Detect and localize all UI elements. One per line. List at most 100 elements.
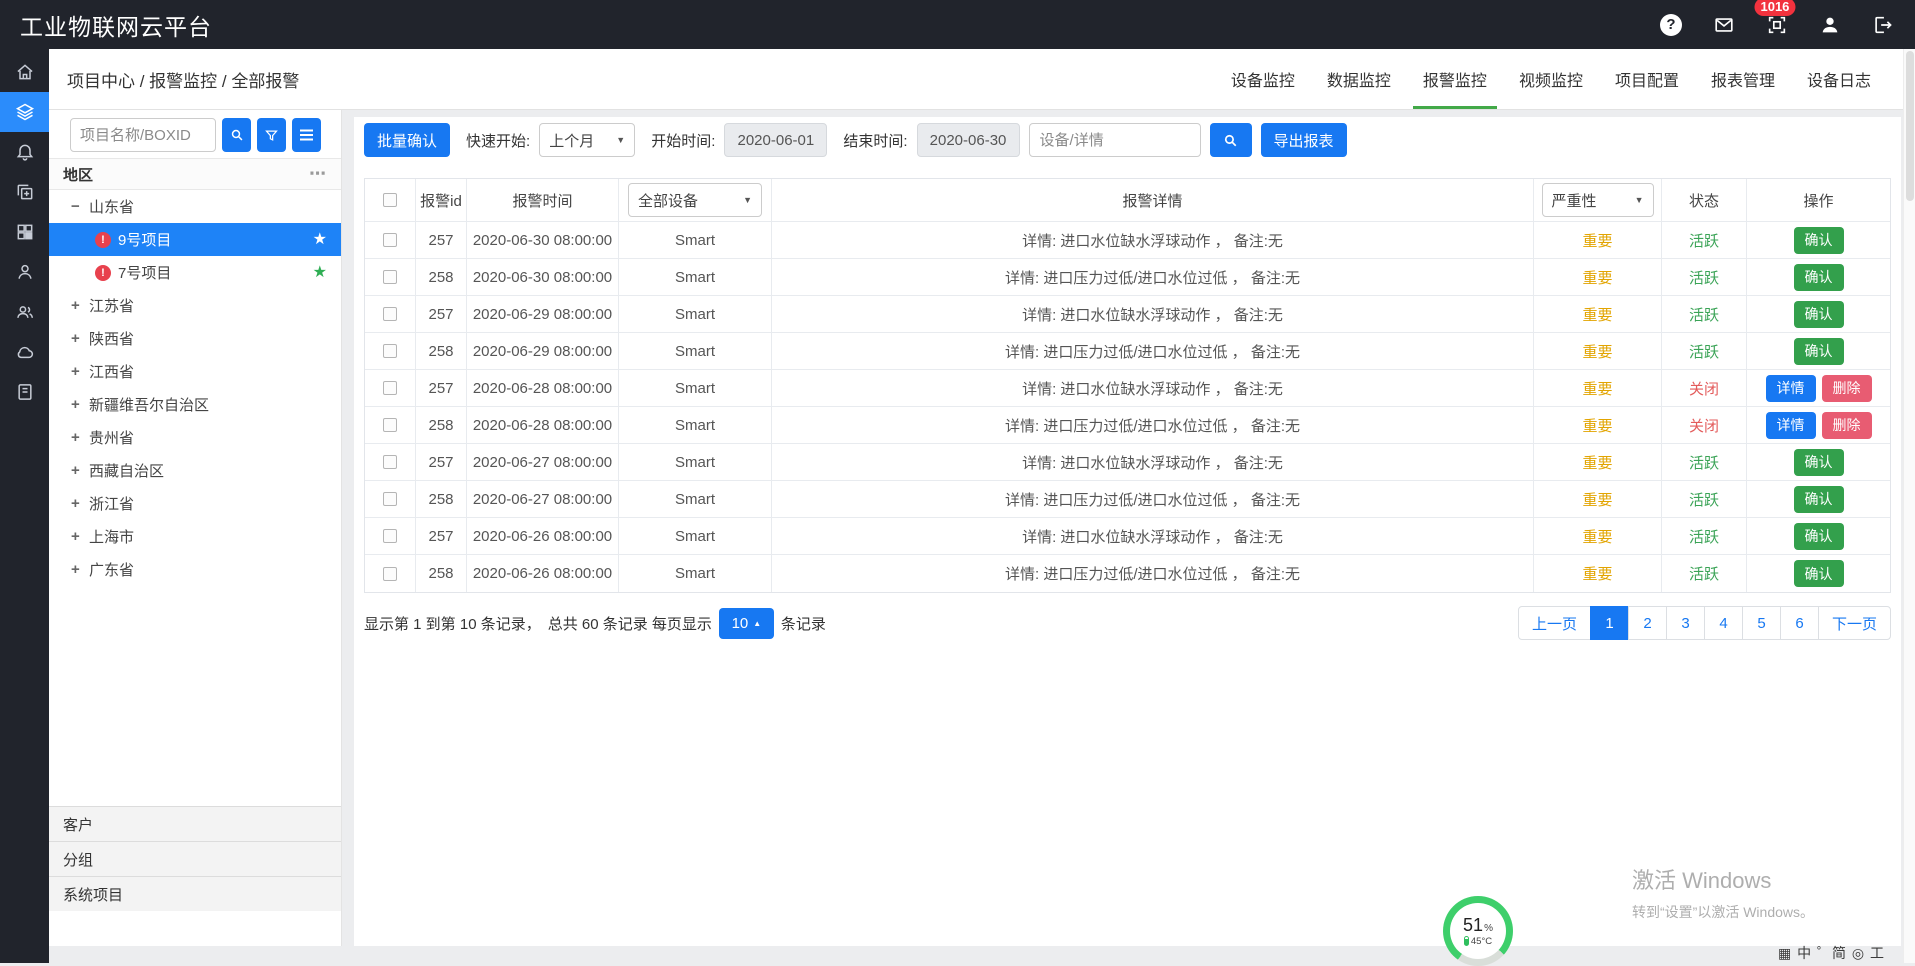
end-date-input[interactable]	[916, 123, 1020, 157]
rail-home-icon[interactable]	[0, 52, 49, 92]
export-report-button[interactable]: 导出报表	[1260, 123, 1347, 157]
action-button[interactable]: 确认	[1793, 263, 1844, 291]
action-button[interactable]: 确认	[1793, 485, 1844, 513]
rail-user-icon[interactable]	[0, 252, 49, 292]
action-button[interactable]: 删除	[1821, 411, 1872, 439]
row-checkbox[interactable]	[383, 529, 397, 543]
page-number-button[interactable]: 6	[1779, 606, 1819, 640]
star-icon[interactable]	[313, 265, 327, 281]
table-search-button[interactable]	[1209, 123, 1252, 157]
tree-item[interactable]: 9号项目	[49, 223, 341, 256]
tree-item[interactable]: + 西藏自治区	[49, 454, 341, 487]
severity-filter-select[interactable]: 严重性	[1541, 183, 1654, 217]
expander-icon[interactable]: +	[71, 561, 89, 578]
tree-item[interactable]: − 山东省	[49, 190, 341, 223]
expander-icon[interactable]: +	[71, 396, 89, 413]
action-button[interactable]: 确认	[1793, 300, 1844, 328]
page-number-button[interactable]: 2	[1627, 606, 1667, 640]
project-search-button[interactable]	[222, 118, 251, 152]
row-checkbox[interactable]	[383, 381, 397, 395]
tree-item[interactable]: + 贵州省	[49, 421, 341, 454]
rail-users-icon[interactable]	[0, 292, 49, 332]
tree-item[interactable]: + 广东省	[49, 553, 341, 586]
action-button[interactable]: 确认	[1793, 522, 1844, 550]
rail-projects-icon[interactable]	[0, 92, 49, 132]
expander-icon[interactable]: −	[71, 198, 89, 215]
tree-item[interactable]: + 陕西省	[49, 322, 341, 355]
action-button[interactable]: 确认	[1793, 337, 1844, 365]
action-button[interactable]: 删除	[1821, 374, 1872, 402]
filter-button[interactable]	[257, 118, 286, 152]
scrollbar-thumb[interactable]	[1906, 51, 1914, 201]
star-icon[interactable]	[313, 232, 327, 248]
row-checkbox[interactable]	[383, 270, 397, 284]
ime-language-bar[interactable]: ▦ 中 ゜简 ◎ 工	[1778, 943, 1885, 963]
page-number-button[interactable]: 3	[1665, 606, 1705, 640]
page-number-button[interactable]: 4	[1703, 606, 1743, 640]
sidebar-section[interactable]: 分组	[49, 841, 341, 876]
action-button[interactable]: 详情	[1765, 374, 1816, 402]
nav-tab[interactable]: 视频监控	[1503, 49, 1599, 109]
row-checkbox[interactable]	[383, 492, 397, 506]
device-filter-select[interactable]: 全部设备	[628, 183, 762, 217]
row-checkbox[interactable]	[383, 233, 397, 247]
next-page-button[interactable]: 下一页	[1817, 606, 1891, 640]
row-checkbox[interactable]	[383, 344, 397, 358]
action-button[interactable]: 确认	[1793, 226, 1844, 254]
row-checkbox[interactable]	[383, 418, 397, 432]
expander-icon[interactable]: +	[71, 330, 89, 347]
tree-item[interactable]: + 上海市	[49, 520, 341, 553]
tree-item[interactable]: + 浙江省	[49, 487, 341, 520]
batch-confirm-button[interactable]: 批量确认	[364, 123, 451, 157]
nav-tab[interactable]: 报警监控	[1407, 49, 1503, 109]
rail-cloud-icon[interactable]	[0, 332, 49, 372]
action-button[interactable]: 确认	[1793, 560, 1844, 587]
mail-icon[interactable]	[1712, 13, 1736, 37]
row-checkbox[interactable]	[383, 566, 397, 581]
action-button[interactable]: 详情	[1765, 411, 1816, 439]
logout-icon[interactable]	[1871, 13, 1895, 37]
row-checkbox[interactable]	[383, 455, 397, 469]
action-button[interactable]: 确认	[1793, 448, 1844, 476]
user-icon[interactable]	[1818, 13, 1842, 37]
page-size-select[interactable]: 10	[718, 607, 774, 639]
help-icon[interactable]	[1659, 13, 1683, 37]
select-all-checkbox[interactable]	[383, 193, 397, 207]
expander-icon[interactable]: +	[71, 462, 89, 479]
rail-log-book-icon[interactable]	[0, 372, 49, 412]
nav-tab[interactable]: 设备日志	[1791, 49, 1887, 109]
ellipsis-menu-icon[interactable]	[309, 164, 327, 184]
icon-rail	[0, 49, 49, 963]
device-detail-search-input[interactable]	[1028, 123, 1201, 157]
page-number-button[interactable]: 1	[1589, 606, 1629, 640]
nav-tab[interactable]: 报表管理	[1695, 49, 1791, 109]
tree-item[interactable]: + 江西省	[49, 355, 341, 388]
quick-start-select[interactable]: 上个月	[539, 123, 636, 157]
expander-icon[interactable]: +	[71, 495, 89, 512]
nav-tab[interactable]: 数据监控	[1311, 49, 1407, 109]
status-badge: 活跃	[1688, 343, 1719, 361]
project-search-input[interactable]	[70, 118, 216, 152]
expander-icon[interactable]: +	[71, 297, 89, 314]
tree-item[interactable]: + 江苏省	[49, 289, 341, 322]
start-date-input[interactable]	[724, 123, 828, 157]
nav-tab[interactable]: 设备监控	[1215, 49, 1311, 109]
nav-tab[interactable]: 项目配置	[1599, 49, 1695, 109]
row-checkbox[interactable]	[383, 307, 397, 321]
expander-icon[interactable]: +	[71, 528, 89, 545]
rail-alarm-bell-icon[interactable]	[0, 132, 49, 172]
rail-grid-icon[interactable]	[0, 212, 49, 252]
menu-button[interactable]	[292, 118, 321, 152]
sidebar-section[interactable]: 客户	[49, 806, 341, 841]
expander-icon[interactable]: +	[71, 429, 89, 446]
tree-item[interactable]: 7号项目	[49, 256, 341, 289]
alarm-time-cell: 2020-06-30 08:00:00	[466, 259, 618, 295]
tree-item[interactable]: + 新疆维吾尔自治区	[49, 388, 341, 421]
sidebar-section[interactable]: 系统项目	[49, 876, 341, 911]
rail-copy-plus-icon[interactable]	[0, 172, 49, 212]
vertical-scrollbar[interactable]	[1903, 49, 1915, 963]
prev-page-button[interactable]: 上一页	[1517, 606, 1591, 640]
page-number-button[interactable]: 5	[1741, 606, 1781, 640]
expander-icon[interactable]: +	[71, 363, 89, 380]
scan-icon[interactable]: 1016	[1754, 0, 1796, 37]
